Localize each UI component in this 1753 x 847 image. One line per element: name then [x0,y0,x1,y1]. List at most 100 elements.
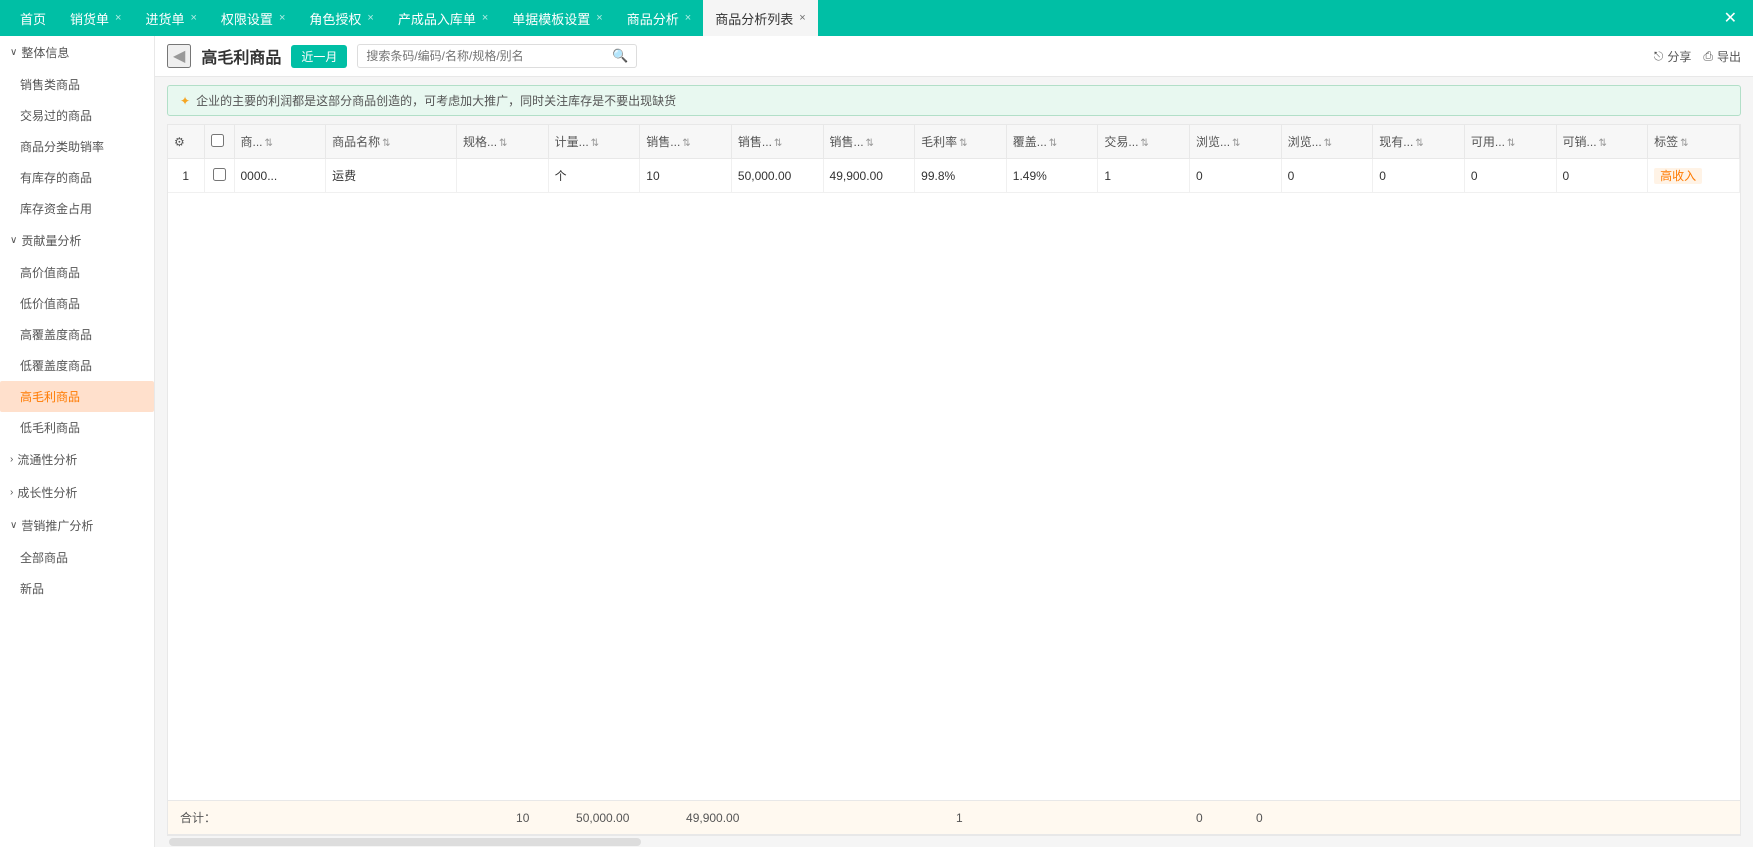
sort-icon-spec: ⇅ [499,138,507,149]
sort-icon-salesQty: ⇅ [682,138,690,149]
top-nav: 首页销货单×进货单×权限设置×角色授权×产成品入库单×单据模板设置×商品分析×商… [0,0,1753,36]
table-footer: 合计： 10 50,000.00 49,900.00 1 0 0 [167,801,1741,835]
col-header-browse2[interactable]: 浏览...⇅ [1281,125,1373,159]
nav-item-6[interactable]: 单据模板设置× [500,0,614,36]
sidebar-item-1-5[interactable]: 低毛利商品 [0,412,154,443]
info-icon: ✦ [180,94,190,108]
sidebar-item-1-3[interactable]: 低覆盖度商品 [0,350,154,381]
sort-icon-available: ⇅ [1507,138,1515,149]
sidebar-group-3[interactable]: › 成长性分析 [0,476,154,509]
horizontal-scrollbar[interactable] [167,835,1741,847]
content-area: ◀ 高毛利商品 近一月 🔍 ⎋ 分享 ⎙ 导出 [155,36,1753,847]
sidebar-item-0-0[interactable]: 销售类商品 [0,69,154,100]
group-arrow-2: › [10,454,13,465]
nav-close-3[interactable]: × [279,12,285,24]
nav-close-4[interactable]: × [367,12,373,24]
sidebar-item-4-1[interactable]: 新品 [0,573,154,604]
sidebar-item-0-2[interactable]: 商品分类助销率 [0,131,154,162]
info-banner: ✦ 企业的主要的利润都是这部分商品创造的，可考虑加大推广，同时关注库存是不要出现… [167,85,1741,116]
row-checkbox-0[interactable] [213,168,226,181]
sort-icon-name: ⇅ [382,138,390,149]
sidebar-group-0[interactable]: ∨整体信息 [0,36,154,69]
sort-icon-tag: ⇅ [1680,138,1688,149]
content-header: ◀ 高毛利商品 近一月 🔍 ⎋ 分享 ⎙ 导出 [155,36,1753,77]
col-header-available[interactable]: 可用...⇅ [1464,125,1556,159]
nav-close-8[interactable]: × [799,12,805,24]
col-header-name[interactable]: 商品名称⇅ [326,125,457,159]
sort-icon-grossRate: ⇅ [959,138,967,149]
nav-item-3[interactable]: 权限设置× [209,0,297,36]
nav-close-5[interactable]: × [482,12,488,24]
cell-spec-0 [457,159,549,193]
nav-item-8[interactable]: 商品分析列表× [703,0,817,36]
share-btn[interactable]: ⎋ 分享 [1654,48,1692,65]
sidebar-item-1-1[interactable]: 低价值商品 [0,288,154,319]
export-icon: ⎙ [1703,49,1713,64]
share-icon: ⎋ [1654,49,1664,64]
group-label-1: 贡献量分析 [21,232,81,249]
sidebar-item-1-4[interactable]: 高毛利商品 [0,381,154,412]
cell-name-0: 运费 [326,159,457,193]
sort-icon-salesAmt: ⇅ [774,138,782,149]
sidebar-group-4[interactable]: ∨营销推广分析 [0,509,154,542]
group-arrow-1: ∨ [10,235,17,246]
group-label-3: 成长性分析 [17,484,77,501]
sidebar-group-1[interactable]: ∨ 贡献量分析 [0,224,154,257]
sidebar-item-1-0[interactable]: 高价值商品 [0,257,154,288]
sort-icon-browse1: ⇅ [1232,138,1240,149]
nav-item-7[interactable]: 商品分析× [615,0,703,36]
nav-close-2[interactable]: × [190,12,196,24]
col-header-code[interactable]: 商...⇅ [234,125,326,159]
select-all-checkbox[interactable] [211,134,224,147]
col-header-saleable[interactable]: 可销...⇅ [1556,125,1648,159]
export-btn[interactable]: ⎙ 导出 [1703,48,1741,65]
header-actions: ⎋ 分享 ⎙ 导出 [1654,48,1741,65]
col-header-salesQty[interactable]: 销售...⇅ [640,125,732,159]
cell-coverage-0: 1.49% [1006,159,1098,193]
col-header-tag[interactable]: 标签⇅ [1648,125,1740,159]
search-icon: 🔍 [612,48,628,64]
col-header-salesCost[interactable]: 销售...⇅ [823,125,915,159]
col-header-trade[interactable]: 交易...⇅ [1098,125,1190,159]
sort-icon-code: ⇅ [265,138,273,149]
nav-item-5[interactable]: 产成品入库单× [386,0,500,36]
col-header-grossRate[interactable]: 毛利率⇅ [915,125,1007,159]
group-arrow-3: › [10,487,13,498]
sidebar-item-0-3[interactable]: 有库存的商品 [0,162,154,193]
cell-current-0: 0 [1373,159,1465,193]
collapse-sidebar-btn[interactable]: ◀ [167,44,191,68]
nav-item-2[interactable]: 进货单× [133,0,208,36]
col-header-current[interactable]: 现有...⇅ [1373,125,1465,159]
cell-salesAmt-0: 50,000.00 [731,159,823,193]
sidebar-group-2[interactable]: ›流通性分析 [0,443,154,476]
sidebar-item-4-0[interactable]: 全部商品 [0,542,154,573]
sidebar-item-1-2[interactable]: 高覆盖度商品 [0,319,154,350]
col-header-unit[interactable]: 计量...⇅ [548,125,640,159]
sort-icon-saleable: ⇅ [1599,138,1607,149]
nav-item-1[interactable]: 销货单× [58,0,133,36]
nav-close-1[interactable]: × [115,12,121,24]
cell-grossRate-0: 99.8% [915,159,1007,193]
col-header-salesAmt[interactable]: 销售...⇅ [731,125,823,159]
settings-icon[interactable]: ⚙ [174,135,185,149]
group-arrow-0: ∨ [10,47,17,58]
search-input[interactable] [366,49,612,63]
col-header-spec[interactable]: 规格...⇅ [457,125,549,159]
nav-close-7[interactable]: × [685,12,691,24]
sidebar-item-0-1[interactable]: 交易过的商品 [0,100,154,131]
cell-trade-0: 1 [1098,159,1190,193]
nav-item-0[interactable]: 首页 [8,0,58,36]
cell-saleable-0: 0 [1556,159,1648,193]
global-close-btn[interactable]: ✕ [1716,8,1745,28]
sidebar-item-0-4[interactable]: 库存资金占用 [0,193,154,224]
col-header-browse1[interactable]: 浏览...⇅ [1190,125,1282,159]
cell-salesQty-0: 10 [640,159,732,193]
filter-period-btn[interactable]: 近一月 [291,45,347,68]
col-header-coverage[interactable]: 覆盖...⇅ [1006,125,1098,159]
cell-browse1-0: 0 [1190,159,1282,193]
sort-icon-current: ⇅ [1415,138,1423,149]
cell-unit-0: 个 [548,159,640,193]
nav-item-4[interactable]: 角色授权× [297,0,385,36]
cell-browse2-0: 0 [1281,159,1373,193]
nav-close-6[interactable]: × [596,12,602,24]
